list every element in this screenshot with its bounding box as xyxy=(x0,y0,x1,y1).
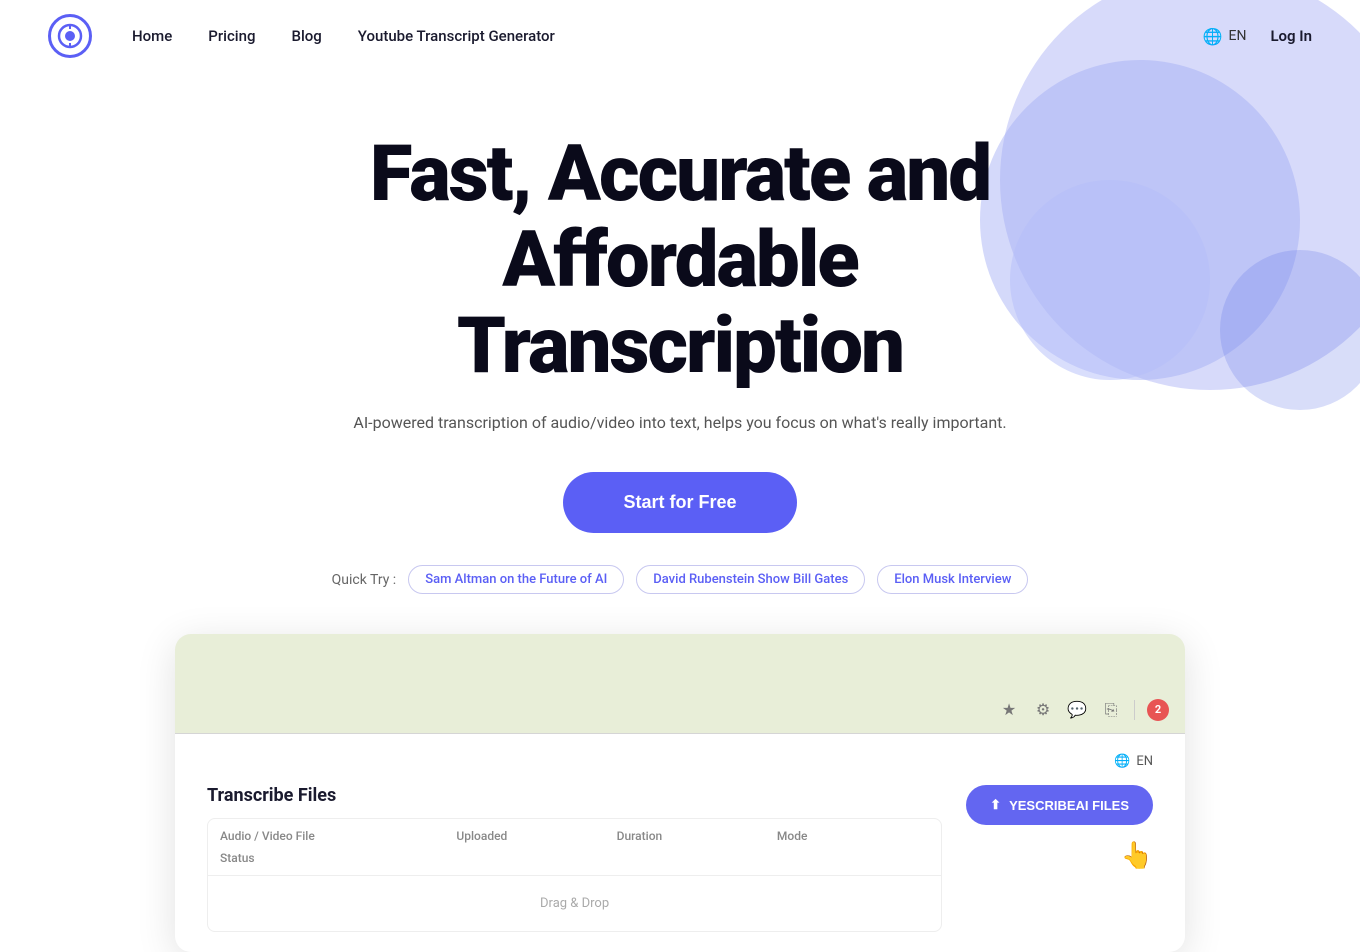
quick-tag-1[interactable]: David Rubenstein Show Bill Gates xyxy=(636,565,865,594)
navigation: Home Pricing Blog Youtube Transcript Gen… xyxy=(0,0,1360,72)
yescribeai-button[interactable]: ⬆ YESCRIBEAI FILES xyxy=(966,785,1153,825)
notification-badge: 2 xyxy=(1147,699,1169,721)
hero-section: Fast, Accurate and Affordable Transcript… xyxy=(0,72,1360,634)
transcribe-table: Audio / Video File Uploaded Duration Mod… xyxy=(207,818,942,932)
nav-youtube[interactable]: Youtube Transcript Generator xyxy=(358,27,555,45)
chat-icon: 💬 xyxy=(1066,699,1088,721)
upload-icon: ⬆ xyxy=(990,797,1001,813)
divider xyxy=(1134,700,1135,720)
language-selector[interactable]: 🌐 EN xyxy=(1203,27,1247,46)
nav-pricing[interactable]: Pricing xyxy=(208,27,255,45)
settings-icon: ⚙ xyxy=(1032,699,1054,721)
preview-lang-row: 🌐 EN xyxy=(207,754,1153,769)
nav-blog[interactable]: Blog xyxy=(291,27,321,45)
drag-drop-area[interactable]: Drag & Drop xyxy=(208,876,941,931)
app-preview: ★ ⚙ 💬 ⎘ 2 🌐 EN Transcribe Files Audio / … xyxy=(175,634,1185,952)
col-status: Status xyxy=(220,851,448,865)
preview-right: ⬆ YESCRIBEAI FILES 👆 xyxy=(966,785,1153,871)
star-icon: ★ xyxy=(998,699,1020,721)
quick-try-row: Quick Try : Sam Altman on the Future of … xyxy=(0,565,1360,594)
col-mode: Mode xyxy=(777,829,929,843)
preview-lang-label: EN xyxy=(1136,754,1153,769)
nav-right: 🌐 EN Log In xyxy=(1203,27,1312,46)
translate-icon: 🌐 xyxy=(1203,27,1223,46)
preview-translate-icon: 🌐 xyxy=(1114,754,1130,769)
nav-links: Home Pricing Blog Youtube Transcript Gen… xyxy=(132,27,1203,45)
hero-title: Fast, Accurate and Affordable Transcript… xyxy=(280,132,1080,389)
quick-tag-0[interactable]: Sam Altman on the Future of AI xyxy=(408,565,624,594)
preview-toolbar: ★ ⚙ 💬 ⎘ 2 xyxy=(175,686,1185,734)
quick-try-label: Quick Try : xyxy=(332,572,397,588)
col-file: Audio / Video File xyxy=(220,829,448,843)
start-free-button[interactable]: Start for Free xyxy=(563,472,796,533)
col-uploaded: Uploaded xyxy=(456,829,608,843)
copy-icon: ⎘ xyxy=(1100,699,1122,721)
lang-label: EN xyxy=(1228,28,1246,44)
cursor-icon: 👆 xyxy=(1121,841,1153,871)
transcribe-title: Transcribe Files xyxy=(207,785,942,806)
hero-subtitle: AI-powered transcription of audio/video … xyxy=(0,413,1360,432)
table-header: Audio / Video File Uploaded Duration Mod… xyxy=(208,819,941,876)
nav-home[interactable]: Home xyxy=(132,27,172,45)
logo-icon xyxy=(48,14,92,58)
drag-drop-text: Drag & Drop xyxy=(220,896,929,911)
quick-tag-2[interactable]: Elon Musk Interview xyxy=(877,565,1028,594)
login-button[interactable]: Log In xyxy=(1270,27,1312,45)
logo[interactable] xyxy=(48,14,92,58)
preview-content: 🌐 EN Transcribe Files Audio / Video File… xyxy=(175,734,1185,952)
browser-bar xyxy=(175,634,1185,686)
col-duration: Duration xyxy=(617,829,769,843)
